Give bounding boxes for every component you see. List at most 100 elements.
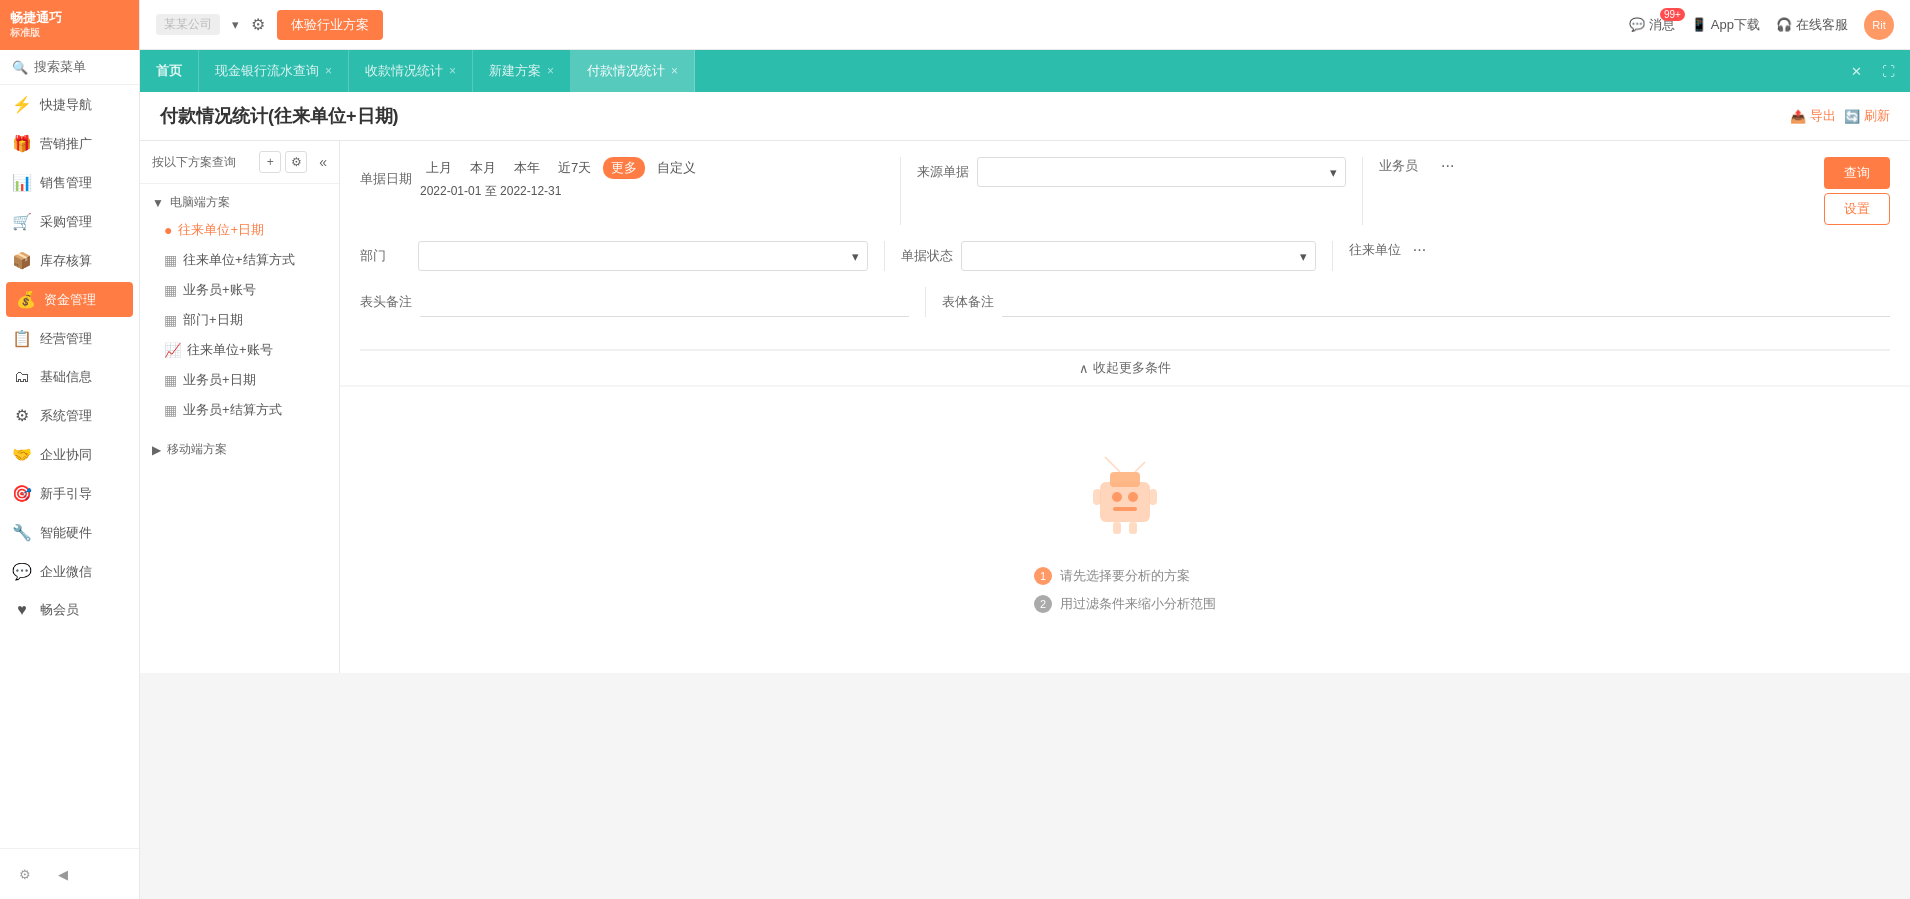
scheme-panel-collapse-btn[interactable]: « [319,154,327,170]
date-range: 2022-01-01 至 2022-12-31 [420,183,702,200]
scheme-item-label: 业务员+结算方式 [183,401,282,419]
tab-receivable[interactable]: 收款情况统计 × [349,50,473,92]
tab-new-scheme[interactable]: 新建方案 × [473,50,571,92]
scheme-mobile-group-title[interactable]: ▶ 移动端方案 [140,437,339,462]
date-this-year[interactable]: 本年 [508,157,546,179]
company-name: 某某公司 [156,14,220,35]
page-header: 付款情况统计(往来单位+日期) 📤 导出 🔄 刷新 [140,92,1910,141]
page-title: 付款情况统计(往来单位+日期) [160,104,399,128]
sidebar-settings-btn[interactable]: ⚙ [10,859,40,889]
tip-text-2: 用过滤条件来缩小分析范围 [1060,595,1216,613]
tabbar: 首页 现金银行流水查询 × 收款情况统计 × 新建方案 × 付款情况统计 × ✕… [140,50,1910,92]
scheme-item-partner-account[interactable]: 📈 往来单位+账号 [140,335,339,365]
filter-divider-5 [925,287,926,317]
sidebar-item-vip[interactable]: ♥ 畅会员 [0,591,139,629]
tab-home[interactable]: 首页 [140,50,199,92]
sidebar-item-operation[interactable]: 📋 经营管理 [0,319,139,358]
gear-btn[interactable]: ⚙ [251,15,265,34]
body-note-label: 表体备注 [942,293,994,311]
tab-new-scheme-close[interactable]: × [547,64,554,78]
tab-receivable-close[interactable]: × [449,64,456,78]
date-more[interactable]: 更多 [603,157,645,179]
logo-text: 畅捷通巧 [10,10,62,27]
header-note-input[interactable] [420,287,909,317]
scheme-bar-icon: ▦ [164,282,177,298]
phone-icon: 📱 [1691,17,1707,32]
date-7days[interactable]: 近7天 [552,157,597,179]
sidebar-item-corp[interactable]: 🤝 企业协同 [0,435,139,474]
system-icon: ⚙ [12,406,32,425]
sidebar-item-basic[interactable]: 🗂 基础信息 [0,358,139,396]
export-btn[interactable]: 📤 导出 [1790,107,1836,125]
sidebar-item-capital[interactable]: 💰 资金管理 [6,282,133,317]
sidebar-logo: 畅捷通巧 标准版 [0,0,139,50]
purchase-icon: 🛒 [12,212,32,231]
body-note-input[interactable] [1002,287,1890,317]
sidebar-item-hardware[interactable]: 🔧 智能硬件 [0,513,139,552]
user-avatar[interactable]: Rit [1864,10,1894,40]
expand-btn[interactable]: ⛶ [1874,57,1902,85]
scheme-panel-header: 按以下方案查询 + ⚙ « [140,141,339,184]
date-custom[interactable]: 自定义 [651,157,702,179]
sidebar-item-inventory[interactable]: 📦 库存核算 [0,241,139,280]
sidebar-item-sales[interactable]: 📊 销售管理 [0,163,139,202]
sidebar-item-label: 销售管理 [40,174,92,192]
svg-point-2 [1112,492,1122,502]
close-all-btn[interactable]: ✕ [1842,57,1870,85]
tab-cash-flow-close[interactable]: × [325,64,332,78]
scheme-pc-label: 电脑端方案 [170,194,230,211]
scheme-item-staff-settle[interactable]: ▦ 业务员+结算方式 [140,395,339,425]
empty-illustration [1075,447,1175,547]
partner-ellipsis[interactable]: ··· [1409,241,1430,259]
date-this-month[interactable]: 本月 [464,157,502,179]
sidebar-item-quick-nav[interactable]: ⚡ 快捷导航 [0,85,139,124]
scheme-active-icon: ● [164,222,172,238]
tab-receivable-label: 收款情况统计 [365,62,443,80]
search-menu[interactable]: 🔍 搜索菜单 [0,50,139,85]
trial-btn[interactable]: 体验行业方案 [277,10,383,40]
tab-payment-stat[interactable]: 付款情况统计 × [571,50,695,92]
scheme-item-staff-account[interactable]: ▦ 业务员+账号 [140,275,339,305]
scheme-item-staff-date[interactable]: ▦ 业务员+日期 [140,365,339,395]
scheme-item-partner-settle[interactable]: ▦ 往来单位+结算方式 [140,245,339,275]
sidebar-collapse-btn[interactable]: ◀ [48,859,78,889]
voucher-status-select[interactable]: ▾ [961,241,1316,271]
svg-line-10 [1135,462,1145,472]
app-download-btn[interactable]: 📱 App下载 [1691,16,1760,34]
message-icon: 💬 [1629,17,1645,32]
tab-cash-flow[interactable]: 现金银行流水查询 × [199,50,349,92]
main-panel: 单据日期 上月 本月 本年 近7天 更多 自定义 [340,141,1910,673]
manage-scheme-btn[interactable]: ⚙ [285,151,307,173]
refresh-btn[interactable]: 🔄 刷新 [1844,107,1890,125]
sidebar-item-label: 资金管理 [44,291,96,309]
scheme-item-dept-date[interactable]: ▦ 部门+日期 [140,305,339,335]
staff-ellipsis[interactable]: ··· [1437,157,1458,175]
date-last-month[interactable]: 上月 [420,157,458,179]
online-service-btn[interactable]: 🎧 在线客服 [1776,16,1848,34]
scheme-mobile-group: ▶ 移动端方案 [140,431,339,468]
scheme-pc-group-title[interactable]: ▼ 电脑端方案 [140,190,339,215]
topbar-right: 💬 消息 99+ 📱 App下载 🎧 在线客服 Rit [1629,10,1894,40]
message-btn[interactable]: 💬 消息 99+ [1629,16,1675,34]
source-select[interactable]: ▾ [977,157,1346,187]
filter-staff: 业务员 ··· [1379,157,1808,175]
scheme-item-partner-date[interactable]: ● 往来单位+日期 [140,215,339,245]
sidebar-item-wechat[interactable]: 💬 企业微信 [0,552,139,591]
sidebar-item-label: 快捷导航 [40,96,92,114]
scheme-mobile-arrow: ▶ [152,443,161,457]
sidebar-item-guide[interactable]: 🎯 新手引导 [0,474,139,513]
sidebar-item-marketing[interactable]: 🎁 营销推广 [0,124,139,163]
sidebar-item-purchase[interactable]: 🛒 采购管理 [0,202,139,241]
tab-payment-stat-close[interactable]: × [671,64,678,78]
dropdown-arrow[interactable]: ▾ [232,17,239,32]
query-btn[interactable]: 查询 [1824,157,1890,189]
dept-select[interactable]: ▾ [418,241,868,271]
setting-btn[interactable]: 设置 [1824,193,1890,225]
add-scheme-btn[interactable]: + [259,151,281,173]
filter-body-note: 表体备注 [942,287,1890,317]
scheme-item-label: 业务员+账号 [183,281,256,299]
sidebar-item-system[interactable]: ⚙ 系统管理 [0,396,139,435]
svg-rect-4 [1113,507,1137,511]
collapse-more-btn[interactable]: ∧ 收起更多条件 [360,350,1890,385]
guide-icon: 🎯 [12,484,32,503]
